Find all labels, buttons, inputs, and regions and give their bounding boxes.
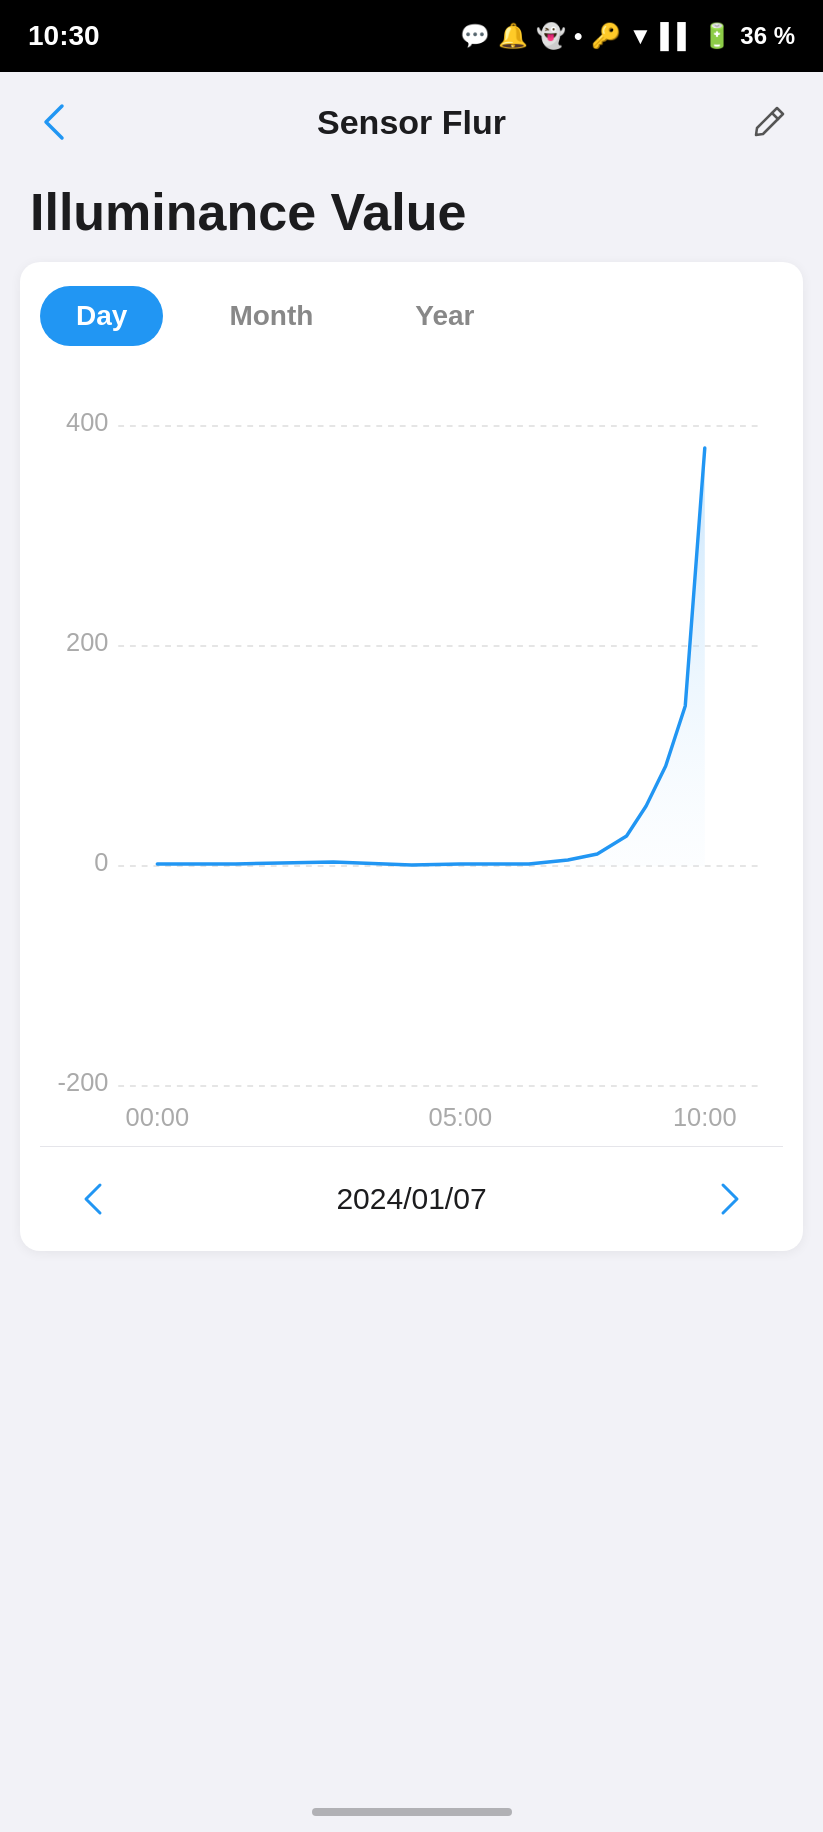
- nav-title: Sensor Flur: [317, 103, 506, 142]
- next-date-button[interactable]: [705, 1175, 753, 1223]
- edit-button[interactable]: [745, 98, 793, 146]
- svg-text:05:00: 05:00: [429, 1103, 493, 1131]
- tab-year[interactable]: Year: [379, 286, 510, 346]
- svg-text:10:00: 10:00: [673, 1103, 737, 1131]
- snapchat-icon: 👻: [536, 22, 566, 50]
- chart-area: 400 200 0 -200 00:00 05:00 10:00: [40, 366, 783, 1146]
- top-nav: Sensor Flur: [0, 72, 823, 172]
- svg-line-0: [772, 113, 778, 119]
- time-display: 10:30: [28, 20, 100, 52]
- tab-row: Day Month Year: [40, 286, 783, 346]
- tab-day[interactable]: Day: [40, 286, 163, 346]
- date-nav: 2024/01/07: [40, 1146, 783, 1251]
- wifi-icon: ▼: [629, 22, 653, 50]
- signal-icon: ▌▌: [660, 22, 694, 50]
- battery-icon: 🔋: [702, 22, 732, 50]
- prev-date-button[interactable]: [70, 1175, 118, 1223]
- page-title: Illuminance Value: [0, 172, 823, 262]
- chart-line: [157, 448, 704, 865]
- status-time: 10:30: [28, 20, 100, 52]
- tab-month[interactable]: Month: [193, 286, 349, 346]
- svg-text:00:00: 00:00: [126, 1103, 190, 1131]
- svg-text:0: 0: [94, 848, 108, 876]
- back-button[interactable]: [30, 98, 78, 146]
- status-icons: 💬 🔔 👻 • 🔑 ▼ ▌▌ 🔋 36 %: [460, 22, 795, 50]
- notification-icon: 🔔: [498, 22, 528, 50]
- svg-text:-200: -200: [58, 1068, 109, 1096]
- chart-card: Day Month Year 400 200 0 -200 00:00 05:0…: [20, 262, 803, 1251]
- chart-area-fill: [157, 448, 704, 866]
- home-indicator: [312, 1808, 512, 1816]
- dot-icon: •: [574, 22, 582, 50]
- status-bar: 10:30 💬 🔔 👻 • 🔑 ▼ ▌▌ 🔋 36 %: [0, 0, 823, 72]
- key-icon: 🔑: [591, 22, 621, 50]
- battery-percent: 36 %: [740, 22, 795, 50]
- chart-svg: 400 200 0 -200 00:00 05:00 10:00: [40, 366, 783, 1146]
- svg-text:200: 200: [66, 628, 108, 656]
- whatsapp-icon: 💬: [460, 22, 490, 50]
- svg-text:400: 400: [66, 408, 108, 436]
- date-label: 2024/01/07: [336, 1182, 486, 1216]
